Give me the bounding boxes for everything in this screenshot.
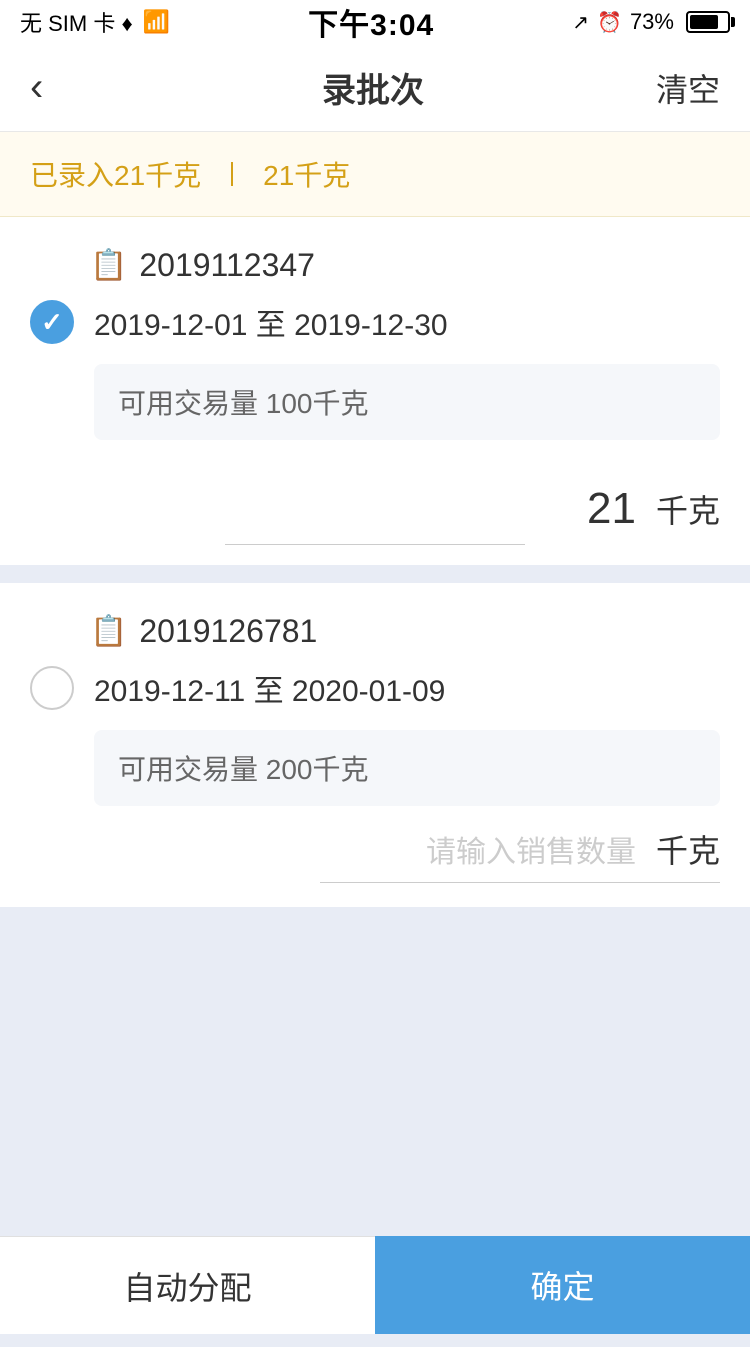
batch-1-card: 📋 2019112347 2019-12-01 至 2019-12-30 可用交… — [0, 217, 750, 565]
batch-2-qty-divider — [320, 882, 720, 883]
confirm-button[interactable]: 确定 — [375, 1236, 750, 1334]
batch-2-date-row[interactable]: 2019-12-11 至 2020-01-09 — [30, 666, 720, 710]
alarm-icon: ⏰ — [597, 10, 622, 35]
batch-2-radio[interactable] — [30, 666, 74, 710]
status-bar: 无 SIM 卡 ♦ 📶 下午3:04 ↗ ⏰ 73% — [0, 0, 750, 44]
nav-bar: ‹ 录批次 清空 — [0, 44, 750, 132]
section-separator — [0, 565, 750, 583]
batch-2-id-row: 📋 2019126781 — [30, 613, 720, 650]
wifi-icon: 📶 — [143, 9, 170, 35]
clear-button[interactable]: 清空 — [656, 65, 720, 111]
battery-label: 73% — [630, 9, 674, 35]
batch-1-qty-value[interactable]: 21 — [587, 484, 636, 534]
back-button[interactable]: ‹ — [30, 65, 90, 110]
batch-1-qty-divider — [225, 544, 525, 545]
total-amount: 21千克 — [263, 154, 350, 194]
auto-distribute-button[interactable]: 自动分配 — [0, 1236, 375, 1334]
batch-1-qty-row: 21 千克 — [0, 460, 750, 534]
batch-2-icon: 📋 — [90, 614, 127, 649]
location-icon: ↗ — [572, 10, 589, 35]
batch-2-available-qty: 可用交易量 200千克 — [94, 730, 720, 806]
status-bar-time: 下午3:04 — [308, 0, 434, 44]
batch-1-radio[interactable] — [30, 300, 74, 344]
batch-2-id: 2019126781 — [139, 613, 317, 650]
batch-2-qty-placeholder: 请输入销售数量 — [426, 827, 636, 871]
info-banner: 已录入21千克 21千克 — [0, 132, 750, 217]
status-bar-left: 无 SIM 卡 ♦ 📶 — [20, 6, 170, 38]
batch-2-qty-area[interactable]: 请输入销售数量 千克 — [0, 826, 750, 907]
no-sim-label: 无 SIM 卡 ♦ — [20, 6, 133, 38]
battery-icon — [686, 11, 730, 33]
batch-1-available-qty: 可用交易量 100千克 — [94, 364, 720, 440]
batch-1-id-row: 📋 2019112347 — [30, 247, 720, 284]
batch-2-card: 📋 2019126781 2019-12-11 至 2020-01-09 可用交… — [0, 583, 750, 907]
bottom-bar: 自动分配 确定 — [0, 1236, 750, 1334]
recorded-amount: 已录入21千克 — [30, 154, 201, 194]
batch-2-unit: 千克 — [656, 826, 720, 872]
batch-1-date: 2019-12-01 至 2019-12-30 — [94, 300, 448, 344]
batch-1-id: 2019112347 — [139, 247, 315, 284]
page-title: 录批次 — [322, 63, 424, 112]
banner-divider — [231, 162, 233, 186]
status-bar-right: ↗ ⏰ 73% — [572, 9, 730, 35]
batch-1-icon: 📋 — [90, 248, 127, 283]
batch-1-date-row[interactable]: 2019-12-01 至 2019-12-30 — [30, 300, 720, 344]
batch-1-unit: 千克 — [656, 486, 720, 532]
batch-2-date: 2019-12-11 至 2020-01-09 — [94, 666, 445, 710]
